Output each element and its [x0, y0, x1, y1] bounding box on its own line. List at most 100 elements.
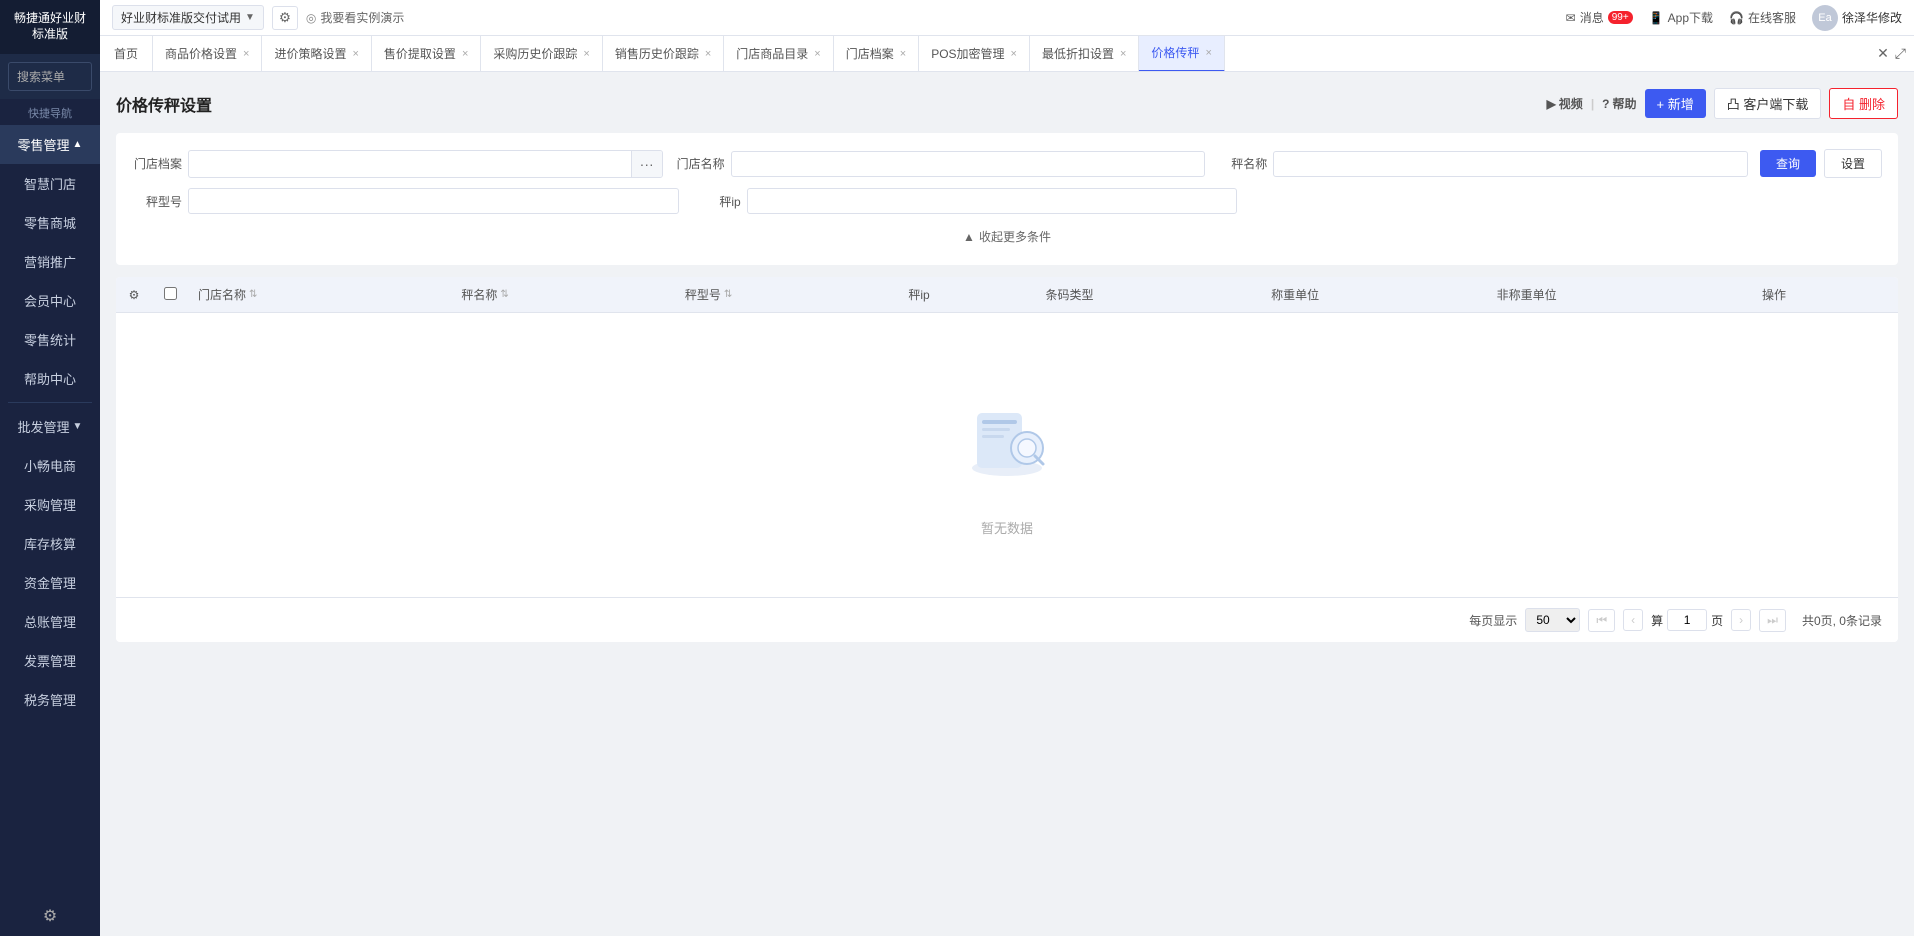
tab-store-catalog-close[interactable]: × — [814, 48, 820, 60]
tab-sale-history[interactable]: 销售历史价跟踪 × — [603, 36, 724, 72]
tab-store-file[interactable]: 门店档案 × — [834, 36, 919, 72]
tab-purchase-history-close[interactable]: × — [583, 48, 589, 60]
tab-store-file-close[interactable]: × — [900, 48, 906, 60]
topbar-demo-link[interactable]: ◎ 我要看实例演示 — [306, 9, 405, 26]
sidebar-gear-button[interactable]: ⚙ — [43, 906, 57, 926]
store-file-input-wrap: ··· — [188, 150, 663, 178]
prev-page-button[interactable]: ‹ — [1623, 609, 1643, 631]
tab-purchase-strategy-close[interactable]: × — [352, 48, 358, 60]
sidebar-item-invoice[interactable]: 发票管理 — [0, 641, 100, 680]
sidebar-item-finance[interactable]: 资金管理 — [0, 563, 100, 602]
th-scale-model: 秤型号 ⇅ — [675, 277, 899, 313]
tab-pos-manage-close[interactable]: × — [1011, 48, 1017, 60]
video-link[interactable]: ▶ 视频 — [1547, 95, 1583, 112]
th-scale-name-label: 秤名称 — [461, 286, 497, 303]
sidebar-item-marketing[interactable]: 营销推广 — [0, 242, 100, 281]
topbar-online-service[interactable]: 🎧 在线客服 — [1729, 9, 1796, 26]
tabbar-close-button[interactable]: ✕ — [1877, 45, 1889, 62]
topbar-user-info[interactable]: Ea 徐泽华修改 — [1812, 5, 1902, 31]
page-title-actions: ▶ 视频 | ? 帮助 + 新增 凸 客户端下载 自 删除 — [1547, 88, 1898, 119]
sidebar-item-stats[interactable]: 零售统计 — [0, 320, 100, 359]
sort-icon-scale-name[interactable]: ⇅ — [500, 289, 508, 300]
empty-illustration — [957, 393, 1057, 502]
next-page-button[interactable]: › — [1731, 609, 1751, 631]
th-non-weight-unit: 非称重单位 — [1487, 277, 1752, 313]
tab-sale-history-label: 销售历史价跟踪 — [615, 45, 699, 62]
sidebar-item-online[interactable]: 零售商城 — [0, 203, 100, 242]
sidebar-item-ecom[interactable]: 小畅电商 — [0, 446, 100, 485]
add-button[interactable]: + 新增 — [1645, 89, 1706, 118]
store-name-input[interactable] — [731, 151, 1206, 177]
sidebar-item-retail-label: 零售管理 — [18, 135, 70, 154]
sidebar-item-inventory[interactable]: 库存核算 — [0, 524, 100, 563]
search-menu-button[interactable]: 搜索菜单 — [8, 62, 92, 91]
page-input-wrap: 算 页 — [1651, 609, 1723, 631]
page-suffix: 页 — [1711, 612, 1723, 629]
table-body: 暂无数据 — [116, 313, 1898, 598]
sidebar-item-tax[interactable]: 税务管理 — [0, 680, 100, 719]
store-file-input[interactable] — [189, 152, 631, 176]
app-logo: 畅捷通好业财 标准版 — [0, 0, 100, 54]
sidebar-nav-label: 快捷导航 — [0, 99, 100, 125]
tab-price-scale[interactable]: 价格传秤 × — [1139, 36, 1224, 72]
th-scale-name: 秤名称 ⇅ — [451, 277, 675, 313]
search-row-1: 门店档案 ··· 门店名称 秤名称 查询 设置 — [132, 149, 1882, 178]
page-title-row: 价格传秤设置 ▶ 视频 | ? 帮助 + 新增 凸 客户端下载 自 删除 — [116, 88, 1898, 119]
help-link[interactable]: ? 帮助 — [1602, 95, 1636, 112]
data-table: ⚙ 门店名称 ⇅ — [116, 277, 1898, 597]
th-store-name-label: 门店名称 — [198, 286, 246, 303]
scale-name-input[interactable] — [1273, 151, 1748, 177]
tab-purchase-history-label: 采购历史价跟踪 — [493, 45, 577, 62]
tab-home[interactable]: 首页 — [100, 36, 153, 72]
store-file-dots-button[interactable]: ··· — [631, 151, 662, 177]
sort-icon-store-name[interactable]: ⇅ — [249, 289, 257, 300]
scale-ip-input[interactable] — [747, 188, 1238, 214]
scale-model-input[interactable] — [188, 188, 679, 214]
sidebar-item-member[interactable]: 会员中心 — [0, 281, 100, 320]
tab-sale-extract-close[interactable]: × — [462, 48, 468, 60]
tab-sale-extract[interactable]: 售价提取设置 × — [372, 36, 481, 72]
set-button[interactable]: 设置 — [1824, 149, 1882, 178]
last-page-button[interactable]: ⏭ — [1759, 609, 1786, 632]
search-button[interactable]: 查询 — [1760, 150, 1816, 177]
tab-store-catalog[interactable]: 门店商品目录 × — [724, 36, 833, 72]
tab-purchase-history[interactable]: 采购历史价跟踪 × — [481, 36, 602, 72]
scale-name-label: 秤名称 — [1217, 155, 1267, 172]
page-number-input[interactable] — [1667, 609, 1707, 631]
sidebar-item-purchase[interactable]: 采购管理 — [0, 485, 100, 524]
tab-min-discount-close[interactable]: × — [1120, 48, 1126, 60]
collapse-button[interactable]: ▲ 收起更多条件 — [963, 228, 1051, 245]
tabbar-maximize-button[interactable]: ⤢ — [1895, 45, 1906, 62]
th-scale-model-label: 秤型号 — [685, 286, 721, 303]
sidebar-item-wisdom[interactable]: 智慧门店 — [0, 164, 100, 203]
sidebar-item-ledger[interactable]: 总账管理 — [0, 602, 100, 641]
tab-purchase-strategy[interactable]: 进价策略设置 × — [262, 36, 371, 72]
topbar-app-download[interactable]: 📱 App下载 — [1649, 9, 1713, 26]
scale-ip-label: 秤ip — [691, 193, 741, 210]
scale-model-field: 秤型号 — [132, 188, 679, 214]
th-gear: ⚙ — [116, 277, 152, 313]
tab-price-setting-close[interactable]: × — [243, 48, 249, 60]
topbar-message[interactable]: ✉ 消息 99+ — [1566, 9, 1633, 26]
tab-min-discount[interactable]: 最低折扣设置 × — [1030, 36, 1139, 72]
client-download-button[interactable]: 凸 客户端下载 — [1714, 88, 1822, 119]
topbar-setting-button[interactable]: ⚙ — [272, 6, 298, 30]
tab-sale-history-close[interactable]: × — [705, 48, 711, 60]
sidebar-item-purchase-label: 采购管理 — [24, 498, 76, 513]
sidebar-item-help[interactable]: 帮助中心 — [0, 359, 100, 398]
page-size-select[interactable]: 10 20 50 100 — [1525, 608, 1580, 632]
first-page-button[interactable]: ⏮ — [1588, 609, 1615, 632]
tab-price-scale-close[interactable]: × — [1205, 47, 1211, 59]
table-gear-icon[interactable]: ⚙ — [129, 288, 140, 302]
tab-price-setting[interactable]: 商品价格设置 × — [153, 36, 262, 72]
sidebar-item-retail[interactable]: 零售管理 ▲ — [0, 125, 100, 164]
logo-text: 畅捷通好业财 标准版 — [14, 11, 86, 42]
sidebar-item-batch[interactable]: 批发管理 ▼ — [0, 407, 100, 446]
select-all-checkbox[interactable] — [164, 287, 177, 300]
sidebar-divider — [8, 402, 92, 403]
version-selector[interactable]: 好业财标准版交付试用 ▼ — [112, 5, 264, 30]
delete-button[interactable]: 自 删除 — [1829, 88, 1898, 119]
tab-pos-manage[interactable]: POS加密管理 × — [919, 36, 1030, 72]
sort-icon-scale-model[interactable]: ⇅ — [724, 289, 732, 300]
empty-text: 暂无数据 — [981, 518, 1033, 537]
